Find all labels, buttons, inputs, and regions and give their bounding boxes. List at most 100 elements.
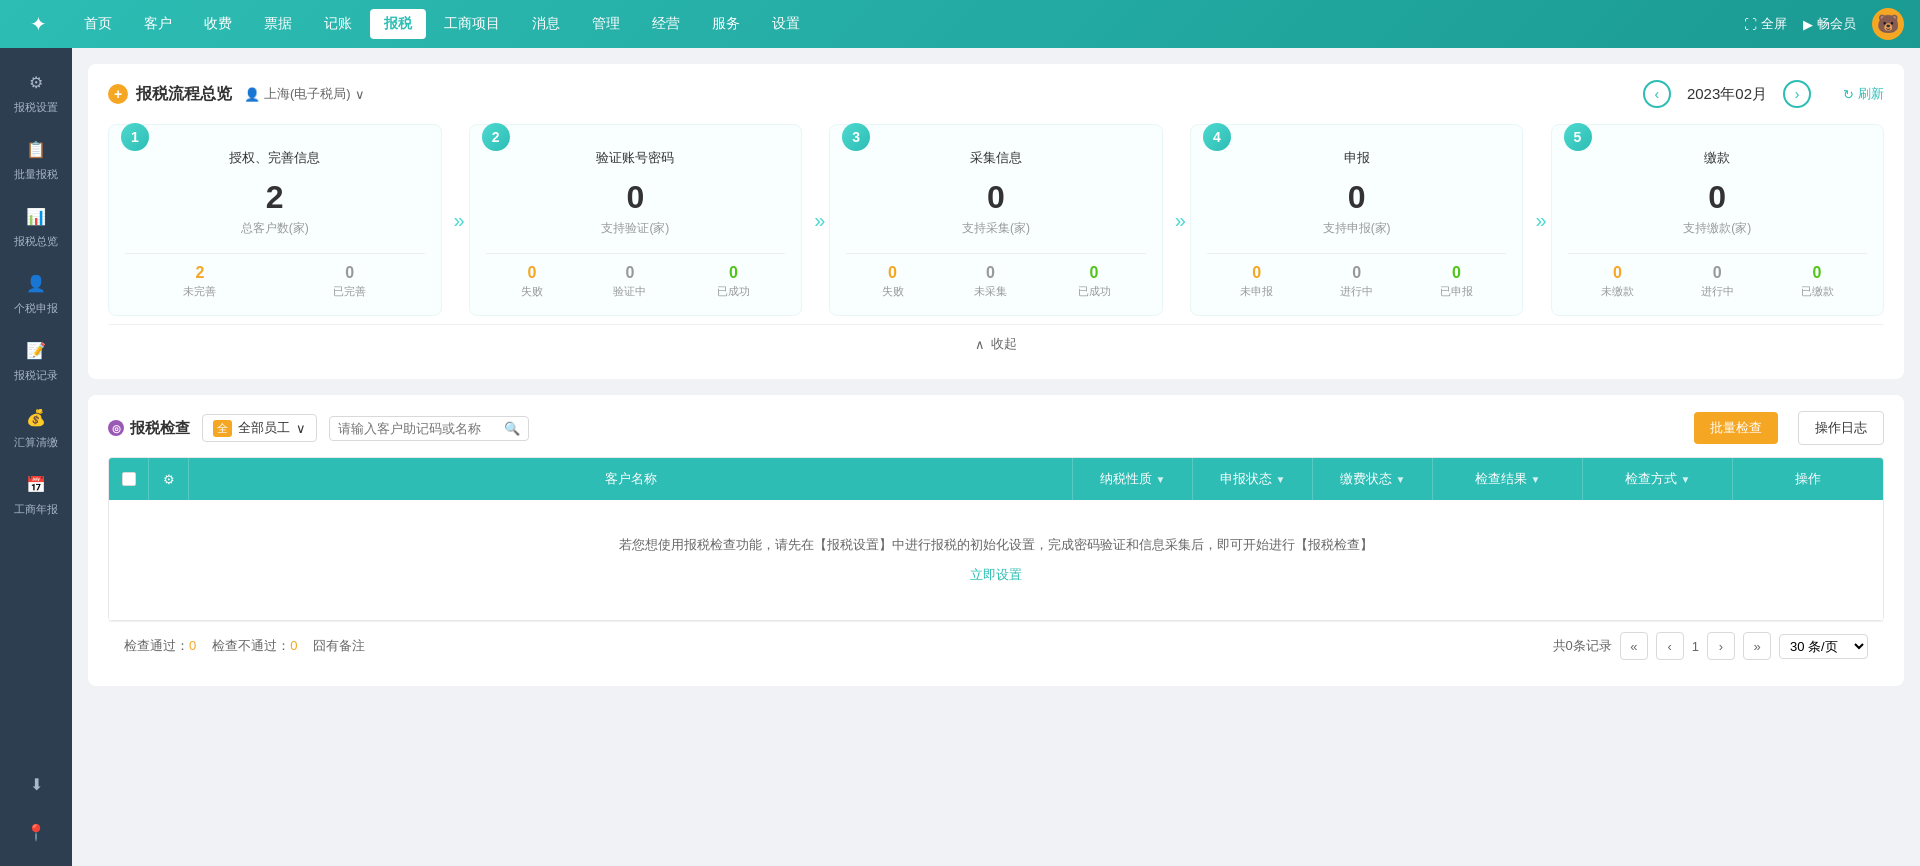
prev-page-button[interactable]: ‹: [1656, 632, 1684, 660]
nav-accounting[interactable]: 记账: [310, 9, 366, 39]
sidebar-item-tax-record[interactable]: 📝 报税记录: [0, 326, 72, 393]
vip-button[interactable]: ▶ 畅会员: [1803, 15, 1856, 33]
step-1-title: 授权、完善信息: [125, 149, 425, 167]
nav-customer[interactable]: 客户: [130, 9, 186, 39]
fullscreen-icon: ⛶: [1744, 17, 1757, 32]
page-size-select[interactable]: 30 条/页 50 条/页 100 条/页: [1779, 634, 1868, 659]
summary-title: + 报税流程总览: [108, 84, 232, 105]
step-2-count: 0: [486, 179, 786, 216]
nav-message[interactable]: 消息: [518, 9, 574, 39]
check-fail-val[interactable]: 0: [290, 638, 297, 653]
search-icon[interactable]: 🔍: [504, 421, 520, 436]
stat-declaring-val: 0: [1340, 264, 1373, 282]
step-1-stats: 2 未完善 0 已完善: [125, 253, 425, 299]
nav-fee[interactable]: 收费: [190, 9, 246, 39]
nav-manage[interactable]: 管理: [578, 9, 634, 39]
step-5-stats: 0 未缴款 0 进行中 0 已缴款: [1568, 253, 1868, 299]
tax-record-icon: 📝: [22, 336, 50, 364]
operation-log-button[interactable]: 操作日志: [1798, 411, 1884, 445]
sidebar-item-clearance[interactable]: 💰 汇算清缴: [0, 393, 72, 460]
staff-tag: 全: [213, 420, 232, 437]
stat-complete-val: 0: [333, 264, 366, 282]
stat-incomplete-label: 未完善: [183, 284, 216, 299]
search-box[interactable]: 🔍: [329, 416, 529, 441]
th-declare-status-text: 申报状态: [1220, 470, 1272, 488]
staff-filter-label: 全部员工: [238, 419, 290, 437]
sidebar-item-annual-report[interactable]: 📅 工商年报: [0, 460, 72, 527]
tax-nature-filter-icon[interactable]: ▼: [1156, 474, 1166, 485]
declare-status-filter-icon[interactable]: ▼: [1276, 474, 1286, 485]
sidebar-item-personal-tax[interactable]: 👤 个税申报: [0, 259, 72, 326]
step-3-num: 3: [842, 123, 870, 151]
nav-operation[interactable]: 经营: [638, 9, 694, 39]
stat-unpaid-val: 0: [1601, 264, 1634, 282]
next-page-button[interactable]: ›: [1707, 632, 1735, 660]
arrow-2: »: [810, 209, 829, 232]
sidebar-bottom: ⬇ 📍: [18, 760, 54, 866]
stat-paid-label: 已缴款: [1801, 284, 1834, 299]
person-icon: 👤: [244, 87, 260, 102]
stat-uncollected: 0 未采集: [974, 264, 1007, 299]
nav-service[interactable]: 服务: [698, 9, 754, 39]
settings-header-icon: ⚙: [163, 472, 175, 487]
refresh-label: 刷新: [1858, 85, 1884, 103]
pay-status-filter-icon[interactable]: ▼: [1396, 474, 1406, 485]
personal-tax-icon: 👤: [22, 269, 50, 297]
first-page-button[interactable]: «: [1620, 632, 1648, 660]
nav-industry[interactable]: 工商项目: [430, 9, 514, 39]
sidebar-item-tax-overview[interactable]: 📊 报税总览: [0, 192, 72, 259]
th-tax-nature-text: 纳税性质: [1100, 470, 1152, 488]
nav-invoice[interactable]: 票据: [250, 9, 306, 39]
avatar: 🐻: [1872, 8, 1904, 40]
table-container: ⚙ 客户名称 纳税性质 ▼ 申报状态 ▼ 缴费状态 ▼: [108, 457, 1884, 621]
th-declare-status: 申报状态 ▼: [1193, 458, 1313, 500]
step-2-verify: 2 验证账号密码 0 支持验证(家) 0 失败 0 验证中 0 已成功: [469, 124, 803, 316]
fullscreen-label: 全屏: [1761, 15, 1787, 33]
tax-settings-icon: ⚙: [22, 68, 50, 96]
header-checkbox[interactable]: [122, 472, 136, 486]
top-navigation: ✦ 首页 客户 收费 票据 记账 报税 工商项目 消息 管理 经营 服务 设置 …: [0, 0, 1920, 48]
check-pass-val[interactable]: 0: [189, 638, 196, 653]
remark-label: 囧有备注: [313, 637, 365, 655]
staff-filter[interactable]: 全 全部员工 ∨: [202, 414, 317, 442]
sidebar: ⚙ 报税设置 📋 批量报税 📊 报税总览 👤 个税申报 📝 报税记录 💰 汇算清…: [0, 48, 72, 866]
pagination: 共0条记录 « ‹ 1 › » 30 条/页 50 条/页 100 条/页: [1553, 632, 1868, 660]
current-page: 1: [1692, 639, 1699, 654]
check-method-filter-icon[interactable]: ▼: [1681, 474, 1691, 485]
collapse-button[interactable]: ∧ 收起: [108, 324, 1884, 363]
next-month-button[interactable]: ›: [1783, 80, 1811, 108]
setup-link[interactable]: 立即设置: [970, 566, 1022, 584]
th-customer-name-text: 客户名称: [605, 470, 657, 488]
stat-verifying-label: 验证中: [613, 284, 646, 299]
table-header: ⚙ 客户名称 纳税性质 ▼ 申报状态 ▼ 缴费状态 ▼: [109, 458, 1883, 500]
step-4-stats: 0 未申报 0 进行中 0 已申报: [1207, 253, 1507, 299]
location-text: 上海(电子税局): [264, 85, 351, 103]
search-input[interactable]: [338, 421, 496, 436]
nav-settings[interactable]: 设置: [758, 9, 814, 39]
step-1-authorize: 1 授权、完善信息 2 总客户数(家) 2 未完善 0 已完善: [108, 124, 442, 316]
th-check-result-text: 检查结果: [1475, 470, 1527, 488]
th-check-method: 检查方式 ▼: [1583, 458, 1733, 500]
check-circle-icon: ◎: [108, 420, 124, 436]
check-fail-stat: 检查不通过：0: [212, 637, 297, 655]
stat-paying: 0 进行中: [1701, 264, 1734, 299]
last-page-button[interactable]: »: [1743, 632, 1771, 660]
refresh-button[interactable]: ↻ 刷新: [1843, 85, 1884, 103]
app-logo: ✦: [16, 2, 60, 46]
prev-month-button[interactable]: ‹: [1643, 80, 1671, 108]
sidebar-download[interactable]: ⬇: [18, 760, 54, 808]
stat-incomplete: 2 未完善: [183, 264, 216, 299]
sidebar-item-tax-settings[interactable]: ⚙ 报税设置: [0, 58, 72, 125]
sidebar-location[interactable]: 📍: [18, 808, 54, 856]
check-result-filter-icon[interactable]: ▼: [1531, 474, 1541, 485]
vip-icon: ▶: [1803, 17, 1813, 32]
sidebar-item-batch-tax[interactable]: 📋 批量报税: [0, 125, 72, 192]
nav-tax[interactable]: 报税: [370, 9, 426, 39]
fullscreen-button[interactable]: ⛶ 全屏: [1744, 15, 1787, 33]
step-1-num: 1: [121, 123, 149, 151]
location-tag[interactable]: 👤 上海(电子税局) ∨: [244, 85, 365, 103]
batch-check-button[interactable]: 批量检查: [1694, 412, 1778, 444]
th-customer-name: 客户名称: [189, 458, 1073, 500]
stat-declaring: 0 进行中: [1340, 264, 1373, 299]
nav-home[interactable]: 首页: [70, 9, 126, 39]
